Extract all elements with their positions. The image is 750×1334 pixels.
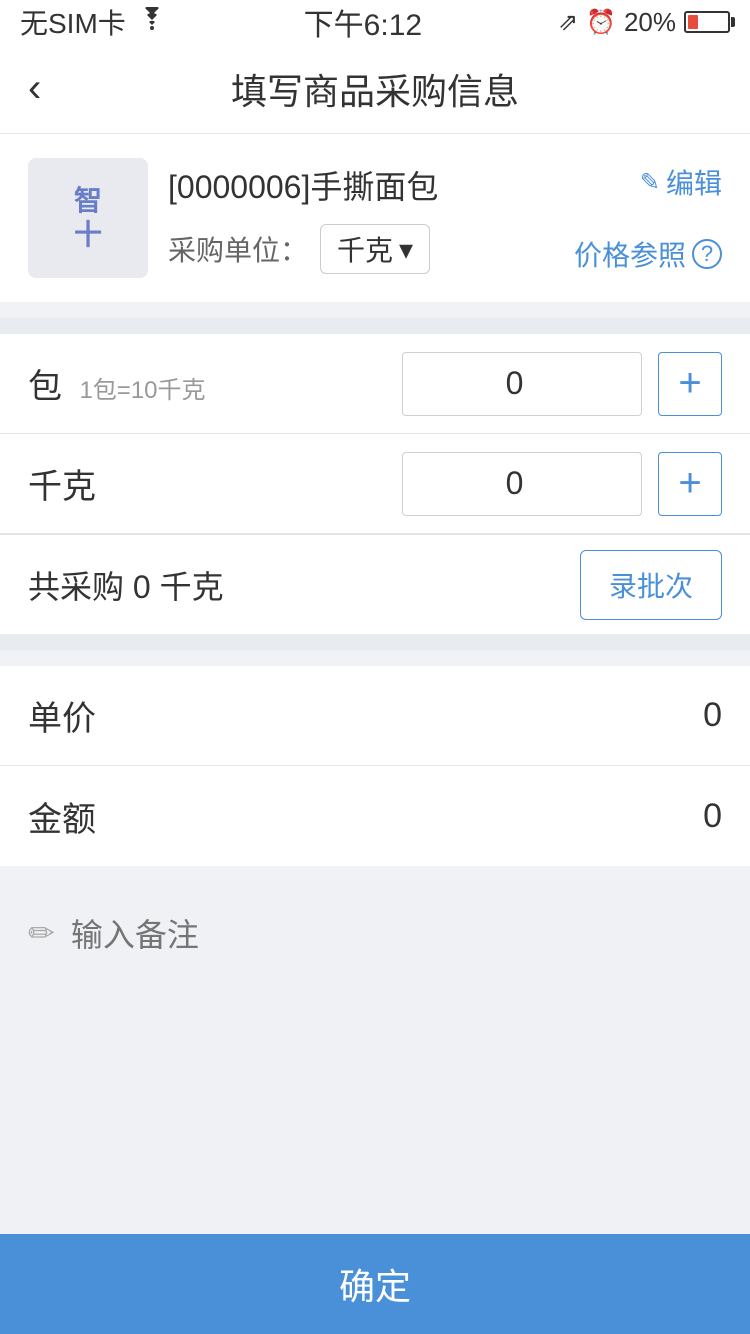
- package-plus-button[interactable]: +: [658, 352, 722, 416]
- kg-input-row: 千克 +: [0, 434, 750, 534]
- unit-label: 采购单位：: [168, 229, 308, 269]
- alarm-icon: ⏰: [586, 8, 616, 37]
- product-image: 智 十: [28, 158, 148, 278]
- package-sublabel: 1包=10千克: [79, 377, 205, 404]
- package-input-wrap: +: [206, 352, 722, 416]
- package-label: 包 1包=10千克: [28, 359, 206, 408]
- input-section: 包 1包=10千克 + 千克 +: [0, 334, 750, 534]
- kg-label: 千克: [28, 459, 188, 508]
- amount-value: 0: [703, 797, 722, 836]
- amount-row: 金额 0: [0, 766, 750, 866]
- wifi-icon: [136, 6, 168, 38]
- edit-button[interactable]: ✎ 编辑: [640, 162, 722, 202]
- remark-section: ✏: [0, 882, 750, 1242]
- pencil-icon: ✏: [28, 914, 55, 952]
- kg-input-wrap: +: [188, 452, 722, 516]
- back-button[interactable]: ‹: [28, 66, 41, 111]
- status-bar-left: 无SIM卡: [20, 2, 168, 42]
- location-icon: ⇗: [558, 8, 578, 37]
- price-ref-button[interactable]: 价格参照 ?: [574, 234, 722, 274]
- nav-bar: ‹ 填写商品采购信息: [0, 44, 750, 134]
- package-input[interactable]: [402, 352, 642, 416]
- divider-1: [0, 318, 750, 334]
- status-bar: 无SIM卡 下午6:12 ⇗ ⏰ 20%: [0, 0, 750, 44]
- summary-row: 共采购 0 千克 录批次: [0, 534, 750, 634]
- dropdown-arrow-icon: ▾: [399, 233, 413, 266]
- batch-button[interactable]: 录批次: [580, 550, 722, 620]
- unit-select[interactable]: 千克 ▾: [320, 224, 430, 274]
- product-card: 智 十 [0000006]手撕面包 采购单位： 千克 ▾ ✎ 编辑 价格参照 ?: [0, 134, 750, 302]
- amount-label: 金额: [28, 792, 96, 841]
- product-logo: 智 十: [74, 184, 102, 251]
- battery-percent: 20%: [624, 7, 676, 38]
- package-input-row: 包 1包=10千克 +: [0, 334, 750, 434]
- battery-icon: [684, 11, 730, 33]
- summary-text: 共采购 0 千克: [28, 562, 224, 608]
- status-bar-right: ⇗ ⏰ 20%: [558, 7, 730, 38]
- unit-price-value: 0: [703, 696, 722, 735]
- carrier-label: 无SIM卡: [20, 2, 126, 42]
- help-icon: ?: [692, 239, 722, 269]
- page-title: 填写商品采购信息: [231, 63, 519, 115]
- edit-icon: ✎: [640, 168, 660, 197]
- status-time: 下午6:12: [304, 0, 422, 44]
- kg-plus-button[interactable]: +: [658, 452, 722, 516]
- unit-price-label: 单价: [28, 691, 96, 740]
- remark-input[interactable]: [71, 910, 722, 1010]
- price-section: 单价 0 金额 0: [0, 666, 750, 866]
- divider-2: [0, 634, 750, 650]
- confirm-button[interactable]: 确定: [0, 1234, 750, 1334]
- unit-price-row: 单价 0: [0, 666, 750, 766]
- kg-input[interactable]: [402, 452, 642, 516]
